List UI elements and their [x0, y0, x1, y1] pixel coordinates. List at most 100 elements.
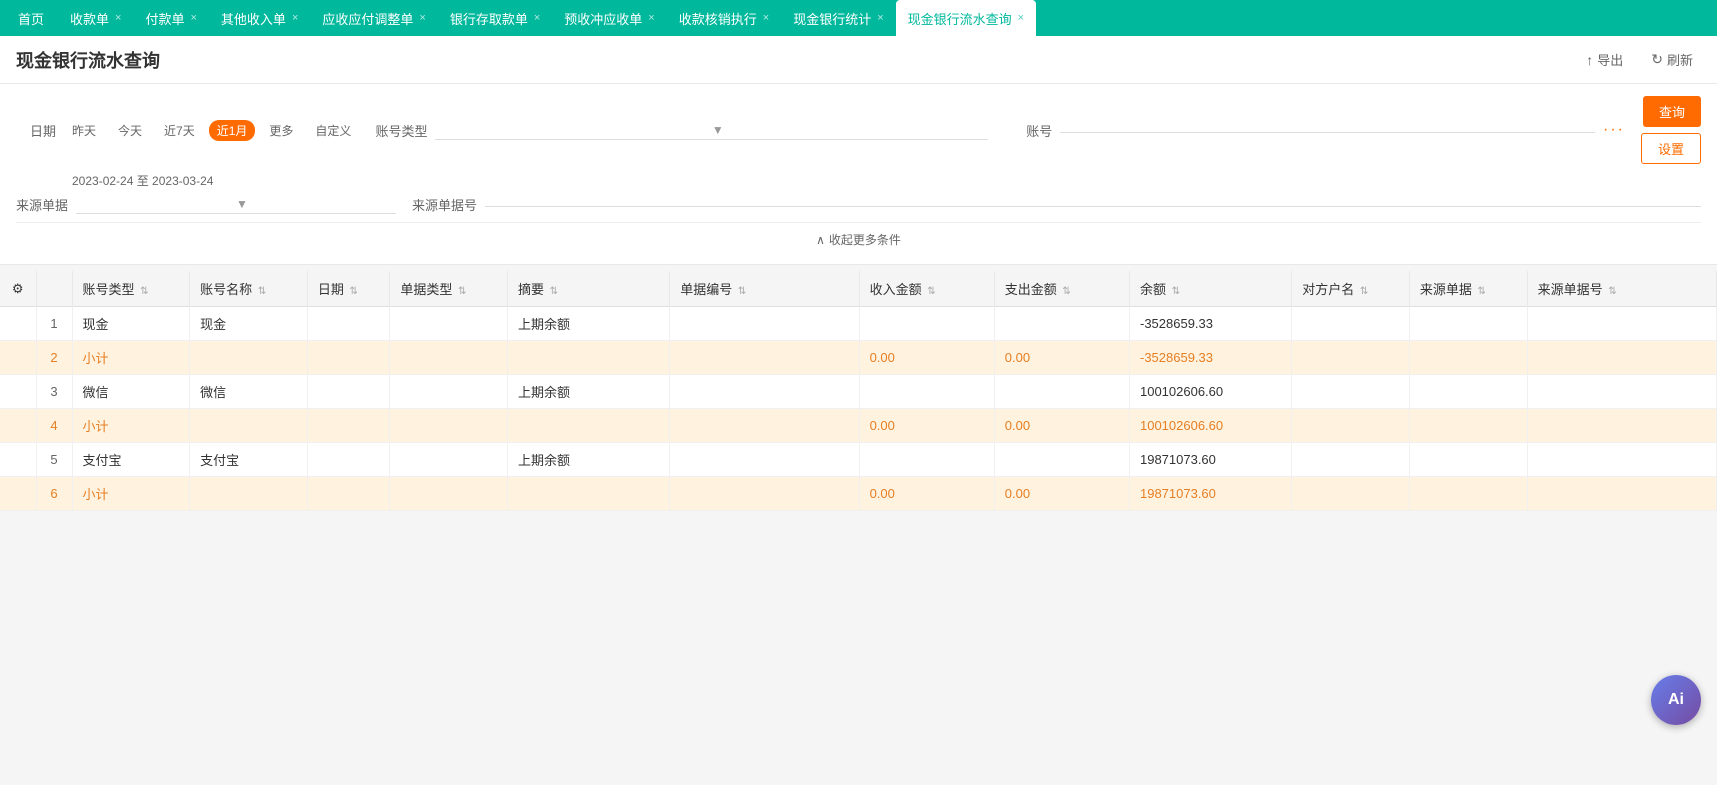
- table-cell: 支付宝: [190, 443, 308, 477]
- table-cell: [190, 477, 308, 511]
- th-date[interactable]: 日期 ⇅: [307, 271, 390, 307]
- nav-tab-1[interactable]: 付款单 ×: [133, 0, 208, 36]
- table-cell: [0, 375, 36, 409]
- table-cell: 现金: [190, 307, 308, 341]
- table-cell: [1409, 443, 1527, 477]
- table-cell: 19871073.60: [1129, 443, 1291, 477]
- table-cell: [307, 375, 390, 409]
- sort-icon: ⇅: [927, 286, 935, 297]
- chevron-down-icon2: ▼: [236, 197, 388, 211]
- export-icon: ↑: [1586, 52, 1593, 68]
- th-income[interactable]: 收入金额 ⇅: [859, 271, 994, 307]
- page-header: 现金银行流水查询 ↑ 导出 ↻ 刷新: [0, 36, 1717, 84]
- date-range-display: 2023-02-24 至 2023-03-24: [68, 172, 1701, 189]
- table-cell: 0.00: [859, 477, 994, 511]
- account-filter-item: 账号 ···: [1012, 121, 1625, 140]
- table-cell: [508, 341, 670, 375]
- th-doc-num[interactable]: 单据编号 ⇅: [670, 271, 859, 307]
- date-opt-1month[interactable]: 近1月: [209, 120, 256, 141]
- close-icon[interactable]: ×: [877, 12, 883, 24]
- account-type-select[interactable]: ▼: [435, 121, 988, 140]
- sort-icon: ⇅: [1608, 286, 1616, 297]
- nav-tab-4[interactable]: 银行存取款单 ×: [438, 0, 552, 36]
- table-cell: [859, 375, 994, 409]
- table-cell: [670, 443, 859, 477]
- nav-tab-5[interactable]: 预收冲应收单 ×: [552, 0, 666, 36]
- nav-home[interactable]: 首页: [4, 0, 58, 36]
- th-gear[interactable]: ⚙: [0, 271, 36, 307]
- table-cell: [0, 409, 36, 443]
- table-cell: [390, 307, 508, 341]
- table-cell: [1292, 375, 1410, 409]
- table-cell: [307, 341, 390, 375]
- th-expense[interactable]: 支出金额 ⇅: [994, 271, 1129, 307]
- table-cell: 5: [36, 443, 72, 477]
- table-cell: [1409, 409, 1527, 443]
- table-cell: [1527, 477, 1716, 511]
- th-balance[interactable]: 余额 ⇅: [1129, 271, 1291, 307]
- table-cell: -3528659.33: [1129, 307, 1291, 341]
- date-label: 日期: [16, 121, 56, 140]
- account-input[interactable]: [1060, 128, 1595, 133]
- export-button[interactable]: ↑ 导出: [1578, 46, 1631, 73]
- close-icon[interactable]: ×: [763, 12, 769, 24]
- collapse-icon: ∧: [816, 233, 825, 247]
- table-cell: 2: [36, 341, 72, 375]
- date-opt-yesterday[interactable]: 昨天: [64, 120, 104, 141]
- table-cell: [670, 375, 859, 409]
- table-cell: 3: [36, 375, 72, 409]
- close-icon[interactable]: ×: [419, 12, 425, 24]
- close-icon[interactable]: ×: [534, 12, 540, 24]
- date-opt-custom[interactable]: 自定义: [307, 120, 359, 141]
- table-cell: [1409, 477, 1527, 511]
- table-cell: [670, 477, 859, 511]
- close-icon[interactable]: ×: [115, 12, 121, 24]
- source-doc-num-label: 来源单据号: [412, 195, 477, 214]
- account-type-label: 账号类型: [375, 121, 427, 140]
- table-cell: [994, 375, 1129, 409]
- th-account-type[interactable]: 账号类型 ⇅: [72, 271, 190, 307]
- th-summary[interactable]: 摘要 ⇅: [508, 271, 670, 307]
- nav-tab-6[interactable]: 收款核销执行 ×: [667, 0, 781, 36]
- date-opt-more[interactable]: 更多: [261, 120, 301, 141]
- close-icon[interactable]: ×: [292, 12, 298, 24]
- table-cell: [994, 443, 1129, 477]
- th-source-doc[interactable]: 来源单据 ⇅: [1409, 271, 1527, 307]
- sort-icon: ⇅: [738, 286, 746, 297]
- close-icon[interactable]: ×: [1018, 12, 1024, 24]
- sort-icon: ⇅: [258, 286, 266, 297]
- source-doc-num-input[interactable]: [485, 202, 1701, 207]
- refresh-button[interactable]: ↻ 刷新: [1643, 46, 1701, 73]
- table-cell: 1: [36, 307, 72, 341]
- table-cell: [1527, 409, 1716, 443]
- table-cell: [670, 341, 859, 375]
- nav-tab-7[interactable]: 现金银行统计 ×: [781, 0, 895, 36]
- nav-tab-8[interactable]: 现金银行流水查询 ×: [896, 0, 1036, 36]
- th-doc-type[interactable]: 单据类型 ⇅: [390, 271, 508, 307]
- th-counterparty[interactable]: 对方户名 ⇅: [1292, 271, 1410, 307]
- nav-tab-3[interactable]: 应收应付调整单 ×: [310, 0, 437, 36]
- date-opt-today[interactable]: 今天: [110, 120, 150, 141]
- th-source-doc-num[interactable]: 来源单据号 ⇅: [1527, 271, 1716, 307]
- date-opt-7days[interactable]: 近7天: [156, 120, 203, 141]
- th-account-name[interactable]: 账号名称 ⇅: [190, 271, 308, 307]
- table-cell: [0, 307, 36, 341]
- table-cell: 100102606.60: [1129, 375, 1291, 409]
- collapse-button[interactable]: ∧ 收起更多条件: [812, 227, 905, 252]
- nav-tab-2[interactable]: 其他收入单 ×: [209, 0, 310, 36]
- close-icon[interactable]: ×: [648, 12, 654, 24]
- sort-icon: ⇅: [349, 286, 357, 297]
- table-cell: [390, 409, 508, 443]
- source-doc-select[interactable]: ▼: [76, 195, 396, 214]
- close-icon[interactable]: ×: [190, 12, 196, 24]
- settings-button[interactable]: 设置: [1641, 133, 1701, 164]
- table-cell: 4: [36, 409, 72, 443]
- top-navigation: 首页 收款单 × 付款单 × 其他收入单 × 应收应付调整单 × 银行存取款单 …: [0, 0, 1717, 36]
- query-button[interactable]: 查询: [1643, 96, 1701, 127]
- nav-tab-0[interactable]: 收款单 ×: [58, 0, 133, 36]
- data-table: ⚙ 账号类型 ⇅ 账号名称 ⇅ 日期 ⇅ 单据类型 ⇅: [0, 271, 1717, 511]
- account-ellipsis-button[interactable]: ···: [1603, 121, 1625, 139]
- table-cell: 0.00: [994, 341, 1129, 375]
- collapse-row: ∧ 收起更多条件: [16, 222, 1701, 256]
- ai-badge[interactable]: Ai: [1651, 675, 1701, 725]
